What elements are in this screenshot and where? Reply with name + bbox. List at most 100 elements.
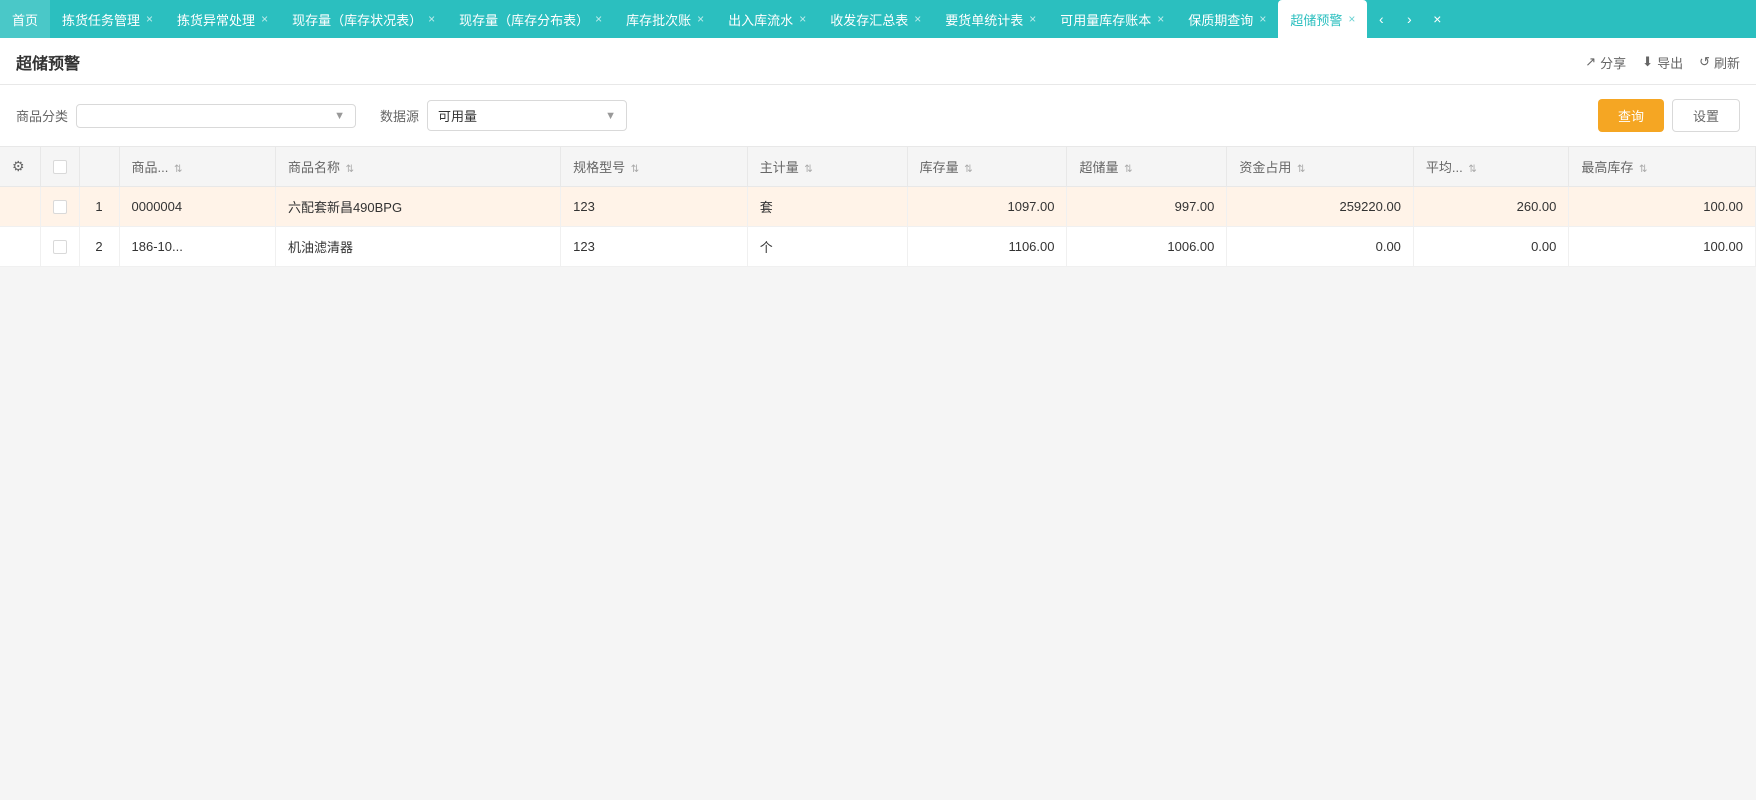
td-checkbox-0 xyxy=(40,187,79,227)
sort-icon-max-stock: ⇅ xyxy=(1639,164,1647,175)
th-checkbox xyxy=(40,147,79,187)
sort-icon-product-name: ⇅ xyxy=(346,164,354,175)
page-title: 超储预警 xyxy=(16,50,80,74)
td-max-stock-0: 100.00 xyxy=(1569,187,1756,227)
category-select[interactable]: ▼ xyxy=(76,104,356,128)
settings-button[interactable]: 设置 xyxy=(1672,99,1740,132)
nav-prev-arrow[interactable]: ‹ xyxy=(1367,0,1395,38)
nav-shelf-life-close[interactable]: × xyxy=(1259,12,1266,26)
sort-icon-spec: ⇅ xyxy=(631,164,639,175)
row-checkbox-1[interactable] xyxy=(53,240,67,254)
nav-exception-handle[interactable]: 拣货异常处理 × xyxy=(165,0,280,38)
th-settings: ⚙ xyxy=(0,147,40,187)
td-overstock-0: 997.00 xyxy=(1067,187,1227,227)
refresh-button[interactable]: ↺ 刷新 xyxy=(1699,53,1740,72)
td-checkbox-1 xyxy=(40,227,79,267)
td-stock-1: 1106.00 xyxy=(907,227,1067,267)
table-body: 1 0000004 六配套新昌490BPG 123 套 1097.00 997.… xyxy=(0,187,1756,267)
nav-exception-handle-close[interactable]: × xyxy=(261,12,268,26)
row-checkbox-0[interactable] xyxy=(53,200,67,214)
nav-demand-stats-close[interactable]: × xyxy=(1029,12,1036,26)
select-all-checkbox[interactable] xyxy=(53,160,67,174)
table-row: 2 186-10... 机油滤清器 123 个 1106.00 1006.00 … xyxy=(0,227,1756,267)
page-header: 超储预警 ↗ 分享 ⬇ 导出 ↺ 刷新 xyxy=(0,38,1756,85)
th-overstock[interactable]: 超储量 ⇅ xyxy=(1067,147,1227,187)
nav-task-mgmt[interactable]: 拣货任务管理 × xyxy=(50,0,165,38)
export-icon: ⬇ xyxy=(1642,54,1653,70)
th-num xyxy=(79,147,119,187)
nav-avail-ledger-close[interactable]: × xyxy=(1157,12,1164,26)
content-area: ⚙ 商品... ⇅ 商品名称 ⇅ 规格型号 ⇅ 主计 xyxy=(0,147,1756,267)
nav-home[interactable]: 首页 xyxy=(0,0,50,38)
th-max-stock[interactable]: 最高库存 ⇅ xyxy=(1569,147,1756,187)
sort-icon-stock: ⇅ xyxy=(964,164,972,175)
datasource-label: 数据源 xyxy=(380,106,419,125)
nav-batch-ledger[interactable]: 库存批次账 × xyxy=(614,0,716,38)
table-gear-icon[interactable]: ⚙ xyxy=(12,158,25,174)
nav-close-all[interactable]: × xyxy=(1423,0,1451,38)
th-product-name[interactable]: 商品名称 ⇅ xyxy=(275,147,560,187)
th-stock[interactable]: 库存量 ⇅ xyxy=(907,147,1067,187)
nav-overstock-warning-close[interactable]: × xyxy=(1348,12,1355,26)
td-settings-0 xyxy=(0,187,40,227)
top-nav: 首页 拣货任务管理 × 拣货异常处理 × 现存量（库存状况表） × 现存量（库存… xyxy=(0,0,1756,38)
th-capital[interactable]: 资金占用 ⇅ xyxy=(1227,147,1414,187)
table-header-row: ⚙ 商品... ⇅ 商品名称 ⇅ 规格型号 ⇅ 主计 xyxy=(0,147,1756,187)
td-capital-1: 0.00 xyxy=(1227,227,1414,267)
share-icon: ↗ xyxy=(1585,54,1596,70)
td-avg-1: 0.00 xyxy=(1413,227,1568,267)
filter-actions: 查询 设置 xyxy=(1598,99,1740,132)
th-product-code[interactable]: 商品... ⇅ xyxy=(119,147,275,187)
nav-stock-status-close[interactable]: × xyxy=(428,12,435,26)
nav-summary-close[interactable]: × xyxy=(914,12,921,26)
td-avg-0: 260.00 xyxy=(1413,187,1568,227)
nav-inout-flow-close[interactable]: × xyxy=(799,12,806,26)
td-spec-1: 123 xyxy=(561,227,748,267)
table-row: 1 0000004 六配套新昌490BPG 123 套 1097.00 997.… xyxy=(0,187,1756,227)
nav-stock-status[interactable]: 现存量（库存状况表） × xyxy=(280,0,447,38)
nav-demand-stats[interactable]: 要货单统计表 × xyxy=(933,0,1048,38)
data-table: ⚙ 商品... ⇅ 商品名称 ⇅ 规格型号 ⇅ 主计 xyxy=(0,147,1756,267)
td-product-name-0: 六配套新昌490BPG xyxy=(275,187,560,227)
td-capital-0: 259220.00 xyxy=(1227,187,1414,227)
td-product-code-1: 186-10... xyxy=(119,227,275,267)
th-spec[interactable]: 规格型号 ⇅ xyxy=(561,147,748,187)
td-settings-1 xyxy=(0,227,40,267)
datasource-dropdown-arrow: ▼ xyxy=(605,110,616,122)
category-dropdown-arrow: ▼ xyxy=(334,110,345,122)
sort-icon-avg: ⇅ xyxy=(1468,164,1476,175)
header-actions: ↗ 分享 ⬇ 导出 ↺ 刷新 xyxy=(1585,53,1740,72)
th-avg[interactable]: 平均... ⇅ xyxy=(1413,147,1568,187)
nav-shelf-life[interactable]: 保质期查询 × xyxy=(1176,0,1278,38)
refresh-icon: ↺ xyxy=(1699,54,1710,70)
filter-area: 商品分类 ▼ 数据源 可用量 ▼ 查询 设置 xyxy=(0,85,1756,147)
category-label: 商品分类 xyxy=(16,106,68,125)
nav-batch-ledger-close[interactable]: × xyxy=(697,12,704,26)
td-num-1: 2 xyxy=(79,227,119,267)
sort-icon-capital: ⇅ xyxy=(1297,164,1305,175)
nav-inout-flow[interactable]: 出入库流水 × xyxy=(716,0,818,38)
nav-summary[interactable]: 收发存汇总表 × xyxy=(818,0,933,38)
nav-overstock-warning[interactable]: 超储预警 × xyxy=(1278,0,1367,38)
td-num-0: 1 xyxy=(79,187,119,227)
td-spec-0: 123 xyxy=(561,187,748,227)
datasource-filter: 数据源 可用量 ▼ xyxy=(380,100,627,131)
nav-task-mgmt-close[interactable]: × xyxy=(146,12,153,26)
query-button[interactable]: 查询 xyxy=(1598,99,1664,132)
sort-icon-overstock: ⇅ xyxy=(1124,164,1132,175)
nav-stock-dist[interactable]: 现存量（库存分布表） × xyxy=(447,0,614,38)
nav-next-arrow[interactable]: › xyxy=(1395,0,1423,38)
td-overstock-1: 1006.00 xyxy=(1067,227,1227,267)
td-unit-1: 个 xyxy=(747,227,907,267)
share-button[interactable]: ↗ 分享 xyxy=(1585,53,1626,72)
sort-icon-unit: ⇅ xyxy=(804,164,812,175)
datasource-select[interactable]: 可用量 ▼ xyxy=(427,100,627,131)
nav-avail-ledger[interactable]: 可用量库存账本 × xyxy=(1048,0,1176,38)
datasource-select-value: 可用量 xyxy=(438,106,477,125)
export-button[interactable]: ⬇ 导出 xyxy=(1642,53,1683,72)
sort-icon-product-code: ⇅ xyxy=(174,164,182,175)
th-unit[interactable]: 主计量 ⇅ xyxy=(747,147,907,187)
nav-stock-dist-close[interactable]: × xyxy=(595,12,602,26)
td-max-stock-1: 100.00 xyxy=(1569,227,1756,267)
td-stock-0: 1097.00 xyxy=(907,187,1067,227)
